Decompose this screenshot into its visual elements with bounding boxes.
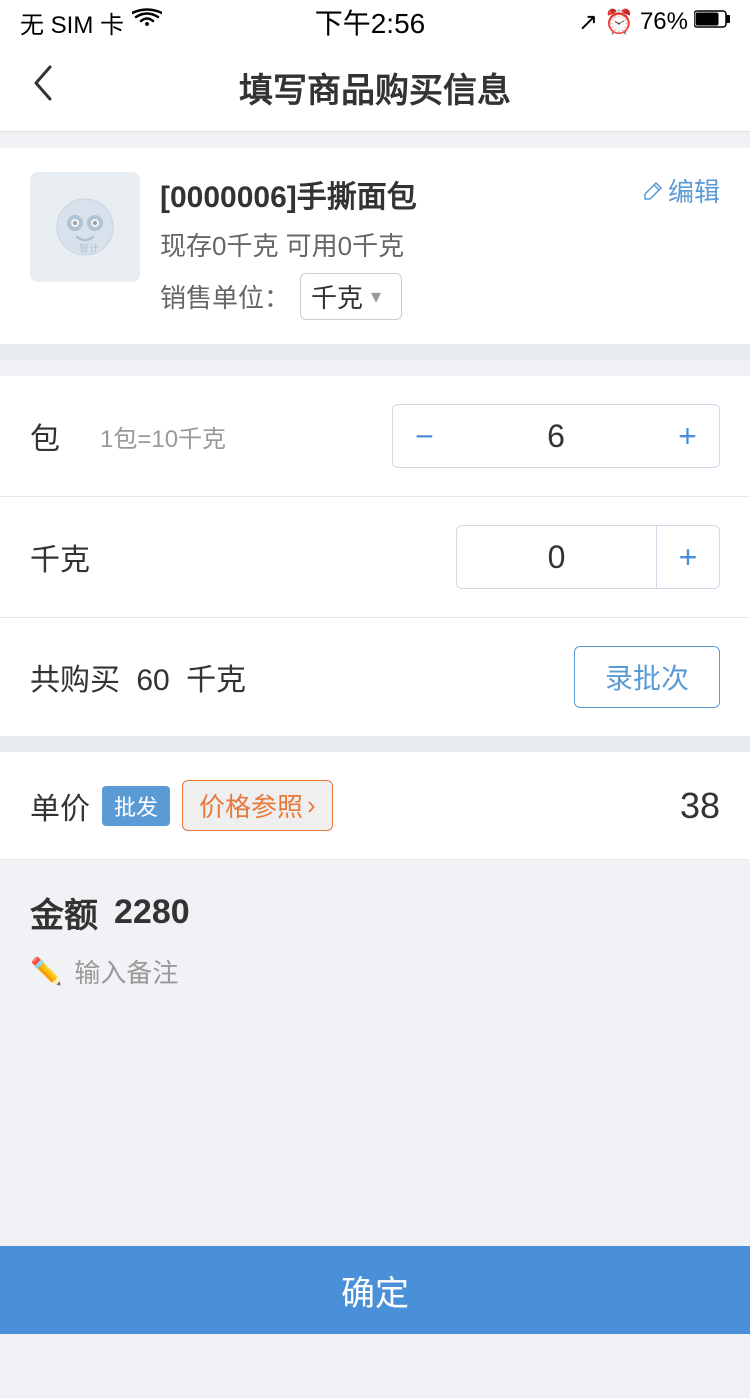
- price-ref-button[interactable]: 价格参照 ›: [182, 780, 333, 831]
- price-section: 单价 批发 价格参照 › 38: [0, 752, 750, 860]
- confirm-label: 确定: [341, 1266, 409, 1315]
- battery-icon: [694, 8, 730, 36]
- product-name: [0000006]手撕面包: [160, 172, 417, 216]
- kg-row: 千克 +: [0, 497, 750, 618]
- price-label: 单价: [30, 784, 90, 828]
- confirm-button[interactable]: 确定: [0, 1246, 750, 1334]
- unit-value: 千克: [311, 278, 363, 315]
- product-section: 智计 [0000006]手撕面包 编辑 现存0千克 可用0千克 销售单位： 千克: [0, 148, 750, 344]
- kg-input[interactable]: [456, 525, 656, 589]
- bag-hint: 1包=10千克: [100, 419, 392, 454]
- status-bar: 无 SIM 卡 下午2:56 ↗ ⏰ 76%: [0, 0, 750, 44]
- edit-button[interactable]: 编辑: [642, 172, 720, 209]
- svg-text:智计: 智计: [79, 242, 99, 255]
- dropdown-arrow: ▾: [371, 284, 381, 309]
- bag-input[interactable]: [456, 404, 656, 468]
- location-icon: ↗: [578, 8, 598, 37]
- unit-label: 销售单位：: [160, 278, 290, 315]
- product-info: [0000006]手撕面包 编辑 现存0千克 可用0千克 销售单位： 千克 ▾: [160, 172, 720, 320]
- status-right: ↗ ⏰ 76%: [578, 8, 730, 37]
- bag-row: 包 1包=10千克 − +: [0, 376, 750, 497]
- amount-value: 2280: [114, 893, 190, 932]
- amount-row: 金额 2280: [30, 888, 720, 937]
- input-section: 包 1包=10千克 − + 千克 +: [0, 376, 750, 736]
- price-tag: 批发: [102, 786, 170, 826]
- wifi-icon: [132, 8, 162, 37]
- kg-label: 千克: [30, 535, 90, 579]
- price-value: 38: [680, 785, 720, 827]
- battery-text: 76%: [640, 8, 688, 36]
- page-wrapper: 无 SIM 卡 下午2:56 ↗ ⏰ 76%: [0, 0, 750, 1398]
- product-name-row: [0000006]手撕面包 编辑: [160, 172, 720, 216]
- alarm-icon: ⏰: [604, 8, 634, 37]
- product-unit-row: 销售单位： 千克 ▾: [160, 273, 720, 320]
- kg-controls: +: [456, 525, 720, 589]
- unit-selector[interactable]: 千克 ▾: [300, 273, 402, 320]
- bag-controls: − +: [392, 404, 720, 468]
- remark-icon: ✏️: [30, 956, 62, 987]
- batch-button[interactable]: 录批次: [574, 646, 720, 708]
- kg-plus-button[interactable]: +: [656, 525, 720, 589]
- back-button[interactable]: [20, 53, 64, 123]
- section-divider-1: [0, 344, 750, 360]
- page-title: 填写商品购买信息: [239, 63, 511, 112]
- carrier-text: 无 SIM 卡: [20, 5, 124, 40]
- total-amount: 60: [136, 664, 169, 697]
- bag-minus-button[interactable]: −: [392, 404, 456, 468]
- nav-bar: 填写商品购买信息: [0, 44, 750, 132]
- product-stock: 现存0千克 可用0千克: [160, 226, 720, 263]
- remark-row[interactable]: ✏️ 输入备注: [30, 953, 720, 990]
- amount-label: 金额: [30, 888, 98, 937]
- product-image: 智计: [30, 172, 140, 282]
- bag-plus-button[interactable]: +: [656, 404, 720, 468]
- time-display: 下午2:56: [315, 2, 426, 42]
- status-left: 无 SIM 卡: [20, 5, 162, 40]
- total-row: 共购买 60 千克 录批次: [0, 618, 750, 736]
- total-text: 共购买 60 千克: [30, 655, 246, 699]
- remark-label: 输入备注: [74, 953, 178, 990]
- price-row: 单价 批发 价格参照 › 38: [0, 752, 750, 860]
- bag-label: 包: [30, 414, 90, 458]
- amount-section: 金额 2280 ✏️ 输入备注: [0, 860, 750, 1010]
- section-divider-2: [0, 736, 750, 752]
